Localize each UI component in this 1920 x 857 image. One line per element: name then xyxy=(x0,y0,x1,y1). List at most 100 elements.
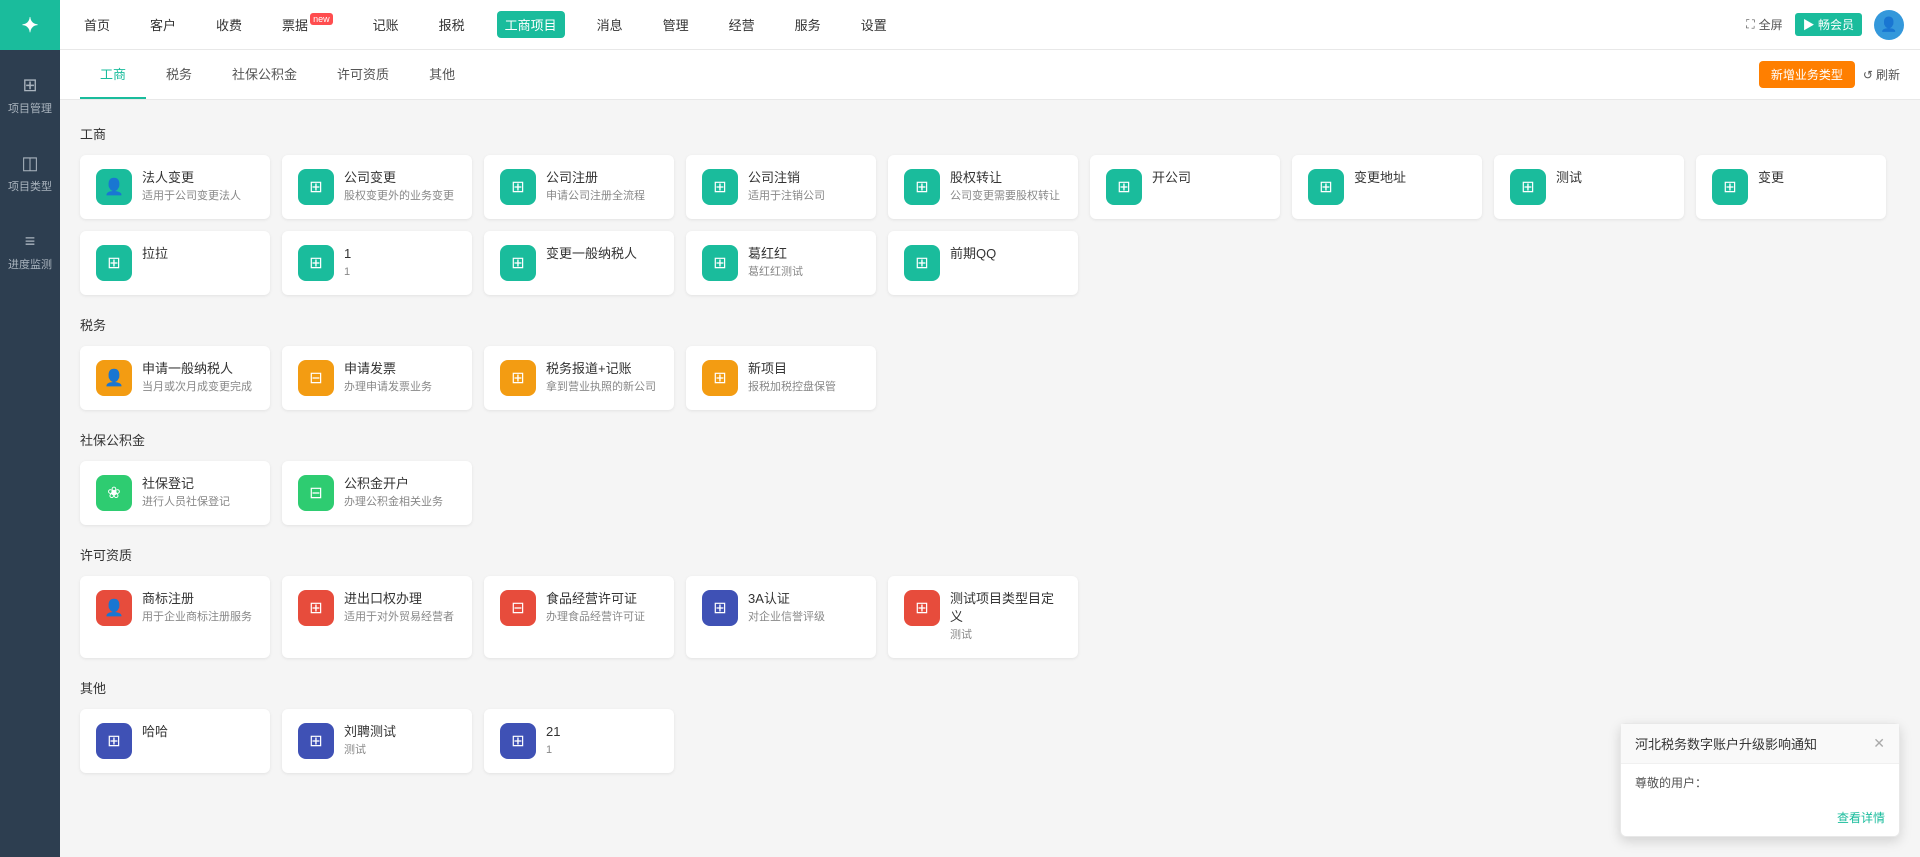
card-header: ⊞ 开公司 xyxy=(1106,169,1264,205)
card-icon: ⊞ xyxy=(904,245,940,281)
card-name: 变更 xyxy=(1758,169,1870,187)
card-info: 公司注册 申请公司注册全流程 xyxy=(546,169,658,205)
card-food-permit[interactable]: ⊟ 食品经营许可证 办理食品经营许可证 xyxy=(484,576,674,658)
card-icon: ⊞ xyxy=(702,245,738,281)
nav-ticket[interactable]: 票据new xyxy=(274,11,341,38)
notification-link[interactable]: 查看详情 xyxy=(1837,811,1885,825)
card-haha[interactable]: ⊞ 哈哈 xyxy=(80,709,270,773)
card-name: 公司变更 xyxy=(344,169,456,187)
card-fund-account[interactable]: ⊟ 公积金开户 办理公积金相关业务 xyxy=(282,461,472,525)
card-company-change[interactable]: ⊞ 公司变更 股权变更外的业务变更 xyxy=(282,155,472,219)
play-icon: ▶ xyxy=(1803,18,1815,32)
card-test-project-type[interactable]: ⊞ 测试项目类型目定义 测试 xyxy=(888,576,1078,658)
tab-gongshang[interactable]: 工商 xyxy=(80,50,146,99)
card-item-1[interactable]: ⊞ 1 1 xyxy=(282,231,472,295)
tab-shuiwu[interactable]: 税务 xyxy=(146,50,212,99)
card-tax-report[interactable]: ⊞ 税务报道+记账 拿到营业执照的新公司 xyxy=(484,346,674,410)
vip-button[interactable]: ▶ 畅会员 xyxy=(1795,13,1862,36)
card-info: 申请一般纳税人 当月或次月成变更完成 xyxy=(142,360,254,396)
nav-home[interactable]: 首页 xyxy=(76,11,118,38)
card-icon: ⊞ xyxy=(298,169,334,205)
card-name: 公司注销 xyxy=(748,169,860,187)
card-icon: ⊟ xyxy=(500,590,536,626)
card-icon: ⊞ xyxy=(702,590,738,626)
card-icon: ⊞ xyxy=(96,723,132,759)
nav-collect[interactable]: 收费 xyxy=(208,11,250,38)
progress-icon: ≡ xyxy=(25,231,36,252)
tab-xuke[interactable]: 许可资质 xyxy=(317,50,409,99)
card-name: 申请发票 xyxy=(344,360,456,378)
card-change-taxpayer[interactable]: ⊞ 变更一般纳税人 xyxy=(484,231,674,295)
card-desc: 适用于注销公司 xyxy=(748,189,860,204)
card-change[interactable]: ⊞ 变更 xyxy=(1696,155,1886,219)
notification-footer: 查看详情 xyxy=(1621,803,1899,836)
card-info: 1 1 xyxy=(344,245,456,281)
card-import-export[interactable]: ⊞ 进出口权办理 适用于对外贸易经营者 xyxy=(282,576,472,658)
sidebar-item-label: 项目类型 xyxy=(8,178,52,194)
card-test[interactable]: ⊞ 测试 xyxy=(1494,155,1684,219)
card-header: ⊞ 公司注销 适用于注销公司 xyxy=(702,169,860,205)
card-icon: ⊞ xyxy=(702,360,738,396)
card-header: ⊞ 测试 xyxy=(1510,169,1668,205)
card-info: 公司变更 股权变更外的业务变更 xyxy=(344,169,456,205)
card-header: ⊞ 刘聘测试 测试 xyxy=(298,723,456,759)
nav-accounting[interactable]: 记账 xyxy=(365,11,407,38)
user-avatar[interactable]: 👤 xyxy=(1874,10,1904,40)
card-info: 测试 xyxy=(1556,169,1668,187)
nav-service[interactable]: 服务 xyxy=(787,11,829,38)
card-trademark[interactable]: 👤 商标注册 用于企业商标注册服务 xyxy=(80,576,270,658)
card-name: 测试 xyxy=(1556,169,1668,187)
card-lala[interactable]: ⊞ 拉拉 xyxy=(80,231,270,295)
card-item-21[interactable]: ⊞ 21 1 xyxy=(484,709,674,773)
tab-other[interactable]: 其他 xyxy=(409,50,475,99)
refresh-button[interactable]: ↺ 刷新 xyxy=(1863,66,1900,83)
card-apply-invoice[interactable]: ⊟ 申请发票 办理申请发票业务 xyxy=(282,346,472,410)
new-business-button[interactable]: 新增业务类型 xyxy=(1759,61,1855,88)
card-info: 葛红红 葛红红测试 xyxy=(748,245,860,281)
fullscreen-button[interactable]: ⛶ 全屏 xyxy=(1746,16,1782,33)
card-header: ⊞ 变更地址 xyxy=(1308,169,1466,205)
card-icon: ⊞ xyxy=(1510,169,1546,205)
card-apply-taxpayer[interactable]: 👤 申请一般纳税人 当月或次月成变更完成 xyxy=(80,346,270,410)
notification-close-button[interactable]: ✕ xyxy=(1873,735,1885,752)
xuke-cards: 👤 商标注册 用于企业商标注册服务 ⊞ 进出口权办理 适用于对外贸易经营者 ⊟ … xyxy=(80,576,1900,658)
card-company-register[interactable]: ⊞ 公司注册 申请公司注册全流程 xyxy=(484,155,674,219)
new-badge: new xyxy=(310,13,333,25)
sidebar-logo[interactable]: ✦ xyxy=(0,0,60,50)
card-legal-change[interactable]: 👤 法人变更 适用于公司变更法人 xyxy=(80,155,270,219)
sidebar-item-progress[interactable]: ≡ 进度监测 xyxy=(0,216,60,286)
nav-message[interactable]: 消息 xyxy=(589,11,631,38)
nav-manage[interactable]: 管理 xyxy=(655,11,697,38)
sidebar-item-project-mgmt[interactable]: ⊞ 项目管理 xyxy=(0,60,60,130)
card-info: 公积金开户 办理公积金相关业务 xyxy=(344,475,456,511)
nav-tax[interactable]: 报税 xyxy=(431,11,473,38)
nav-settings[interactable]: 设置 xyxy=(853,11,895,38)
card-desc: 办理公积金相关业务 xyxy=(344,495,456,510)
card-name: 商标注册 xyxy=(142,590,254,608)
nav-operation[interactable]: 经营 xyxy=(721,11,763,38)
card-icon: 👤 xyxy=(96,360,132,396)
card-info: 进出口权办理 适用于对外贸易经营者 xyxy=(344,590,456,626)
card-desc: 公司变更需要股权转让 xyxy=(950,189,1062,204)
card-new-project[interactable]: ⊞ 新项目 报税加税控盘保管 xyxy=(686,346,876,410)
nav-customer[interactable]: 客户 xyxy=(142,11,184,38)
card-icon: ❀ xyxy=(96,475,132,511)
card-icon: ⊞ xyxy=(500,723,536,759)
tab-shebao[interactable]: 社保公积金 xyxy=(212,50,317,99)
card-open-company[interactable]: ⊞ 开公司 xyxy=(1090,155,1280,219)
sidebar-item-project-type[interactable]: ◫ 项目类型 xyxy=(0,138,60,208)
category-icon: ◫ xyxy=(21,153,38,174)
card-info: 刘聘测试 测试 xyxy=(344,723,456,759)
card-stock-transfer[interactable]: ⊞ 股权转让 公司变更需要股权转让 xyxy=(888,155,1078,219)
card-ge-hong-hong[interactable]: ⊞ 葛红红 葛红红测试 xyxy=(686,231,876,295)
notification-body: 尊敬的用户： xyxy=(1621,764,1899,803)
card-3a-cert[interactable]: ⊞ 3A认证 对企业信誉评级 xyxy=(686,576,876,658)
card-preqq[interactable]: ⊞ 前期QQ xyxy=(888,231,1078,295)
card-info: 税务报道+记账 拿到营业执照的新公司 xyxy=(546,360,658,396)
card-social-register[interactable]: ❀ 社保登记 进行人员社保登记 xyxy=(80,461,270,525)
card-change-address[interactable]: ⊞ 变更地址 xyxy=(1292,155,1482,219)
nav-bizproject[interactable]: 工商项目 xyxy=(497,11,565,38)
card-liupeng-test[interactable]: ⊞ 刘聘测试 测试 xyxy=(282,709,472,773)
card-name: 哈哈 xyxy=(142,723,254,741)
card-company-cancel[interactable]: ⊞ 公司注销 适用于注销公司 xyxy=(686,155,876,219)
